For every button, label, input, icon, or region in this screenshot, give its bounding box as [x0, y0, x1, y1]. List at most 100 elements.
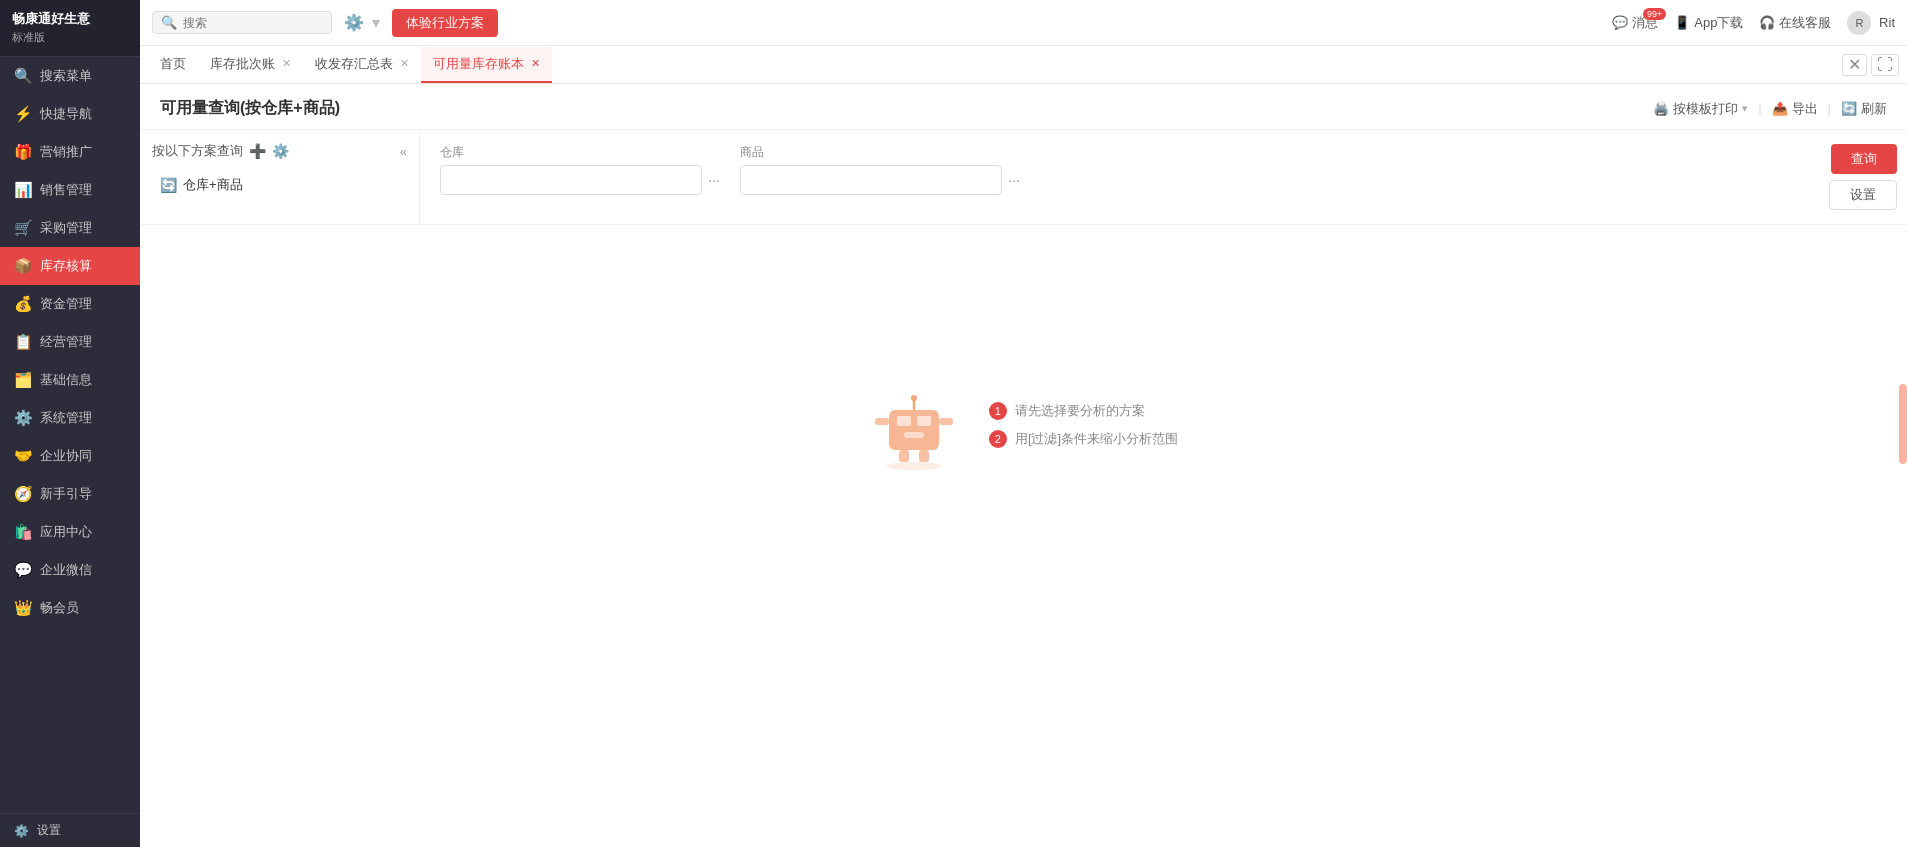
sidebar-item-label: 资金管理	[40, 295, 92, 313]
sidebar-item-label: 库存核算	[40, 257, 92, 275]
sidebar-item-sales[interactable]: 📊 销售管理	[0, 171, 140, 209]
export-button[interactable]: 📤 导出	[1772, 100, 1818, 118]
sidebar-logo: 畅康通好生意 标准版	[0, 0, 140, 57]
product-input[interactable]	[740, 165, 1002, 195]
sidebar-item-label: 搜索菜单	[40, 67, 92, 85]
sidebar: 畅康通好生意 标准版 🔍 搜索菜单 ⚡ 快捷导航 🎁 营销推广 📊 销售管理 🛒…	[0, 0, 140, 847]
sidebar-item-label: 快捷导航	[40, 105, 92, 123]
sidebar-item-newbie[interactable]: 🧭 新手引导	[0, 475, 140, 513]
sidebar-item-label: 经营管理	[40, 333, 92, 351]
svg-rect-0	[889, 410, 939, 450]
sidebar-item-shortcut[interactable]: ⚡ 快捷导航	[0, 95, 140, 133]
empty-tip-2: 2 用[过滤]条件来缩小分析范围	[989, 430, 1178, 448]
field-warehouse: 仓库 ···	[440, 144, 720, 195]
tabs-bar: 首页 库存批次账 ✕ 收发存汇总表 ✕ 可用量库存账本 ✕ ✕ ⛶	[140, 46, 1907, 84]
search-input[interactable]	[183, 16, 313, 30]
right-scroll-bar[interactable]	[1899, 384, 1907, 464]
scheme-add-button[interactable]: ➕	[249, 143, 266, 159]
topbar-gear-icon[interactable]: ⚙️	[344, 13, 364, 32]
message-icon: 💬	[1612, 15, 1628, 30]
query-fields: 仓库 ··· 商品 ···	[420, 130, 1829, 224]
tip-text-2: 用[过滤]条件来缩小分析范围	[1015, 430, 1178, 448]
settings-button[interactable]: 设置	[1829, 180, 1897, 210]
tip-num-1: 1	[989, 402, 1007, 420]
sidebar-item-purchase[interactable]: 🛒 采购管理	[0, 209, 140, 247]
member-icon: 👑	[14, 599, 32, 617]
operation-icon: 📋	[14, 333, 32, 351]
sidebar-item-system[interactable]: ⚙️ 系统管理	[0, 399, 140, 437]
basic-icon: 🗂️	[14, 371, 32, 389]
sidebar-item-wechat[interactable]: 💬 企业微信	[0, 551, 140, 589]
sidebar-item-label: 营销推广	[40, 143, 92, 161]
search-icon: 🔍	[14, 67, 32, 85]
empty-state: 1 请先选择要分析的方案 2 用[过滤]条件来缩小分析范围	[140, 225, 1907, 605]
sales-icon: 📊	[14, 181, 32, 199]
sidebar-item-label: 畅会员	[40, 599, 79, 617]
scheme-item-warehouse-product[interactable]: 🔄 仓库+商品	[152, 170, 407, 200]
warehouse-input[interactable]	[440, 165, 702, 195]
topbar-right: 💬 99+ 消息 📱 App下载 🎧 在线客服 R Rit	[1612, 11, 1895, 35]
sidebar-item-operation[interactable]: 📋 经营管理	[0, 323, 140, 361]
message-button[interactable]: 💬 99+ 消息	[1612, 14, 1658, 32]
print-template-button[interactable]: 🖨️ 按模板打印 ▾	[1653, 100, 1748, 118]
tab-available-ledger[interactable]: 可用量库存账本 ✕	[421, 47, 552, 83]
warehouse-more-button[interactable]: ···	[708, 172, 720, 188]
tab-receive-summary[interactable]: 收发存汇总表 ✕	[303, 47, 421, 83]
query-area: 按以下方案查询 ➕ ⚙️ « 🔄 仓库+商品 仓库	[140, 130, 1907, 225]
svg-point-10	[886, 462, 942, 470]
page-inner: 可用量查询(按仓库+商品) 🖨️ 按模板打印 ▾ | 📤 导出 | 🔄	[140, 84, 1907, 847]
tab-home[interactable]: 首页	[148, 47, 198, 83]
scheme-item-label: 仓库+商品	[183, 176, 243, 194]
sidebar-item-basic[interactable]: 🗂️ 基础信息	[0, 361, 140, 399]
sidebar-bottom[interactable]: ⚙️ 设置	[0, 813, 140, 847]
sidebar-item-search[interactable]: 🔍 搜索菜单	[0, 57, 140, 95]
sidebar-item-label: 销售管理	[40, 181, 92, 199]
scheme-collapse-button[interactable]: «	[400, 144, 407, 159]
warehouse-input-row: ···	[440, 165, 720, 195]
tab-close-available-ledger[interactable]: ✕	[531, 57, 540, 70]
svg-point-5	[911, 395, 917, 401]
sidebar-item-appstore[interactable]: 🛍️ 应用中心	[0, 513, 140, 551]
appstore-icon: 🛍️	[14, 523, 32, 541]
system-icon: ⚙️	[14, 409, 32, 427]
query-buttons: 查询 设置	[1829, 130, 1907, 224]
topbar-dropdown-icon[interactable]: ▾	[372, 13, 380, 32]
print-icon: 🖨️	[1653, 101, 1669, 116]
tab-batch-ledger-label: 库存批次账	[210, 55, 275, 73]
tip-text-1: 请先选择要分析的方案	[1015, 402, 1145, 420]
tab-batch-ledger[interactable]: 库存批次账 ✕	[198, 47, 303, 83]
tab-close-receive-summary[interactable]: ✕	[400, 57, 409, 70]
sidebar-item-marketing[interactable]: 🎁 营销推广	[0, 133, 140, 171]
tab-close-batch-ledger[interactable]: ✕	[282, 57, 291, 70]
sidebar-item-capital[interactable]: 💰 资金管理	[0, 285, 140, 323]
app-download-button[interactable]: 📱 App下载	[1674, 14, 1743, 32]
scheme-settings-button[interactable]: ⚙️	[272, 143, 289, 159]
product-label: 商品	[740, 144, 1020, 161]
topbar-search-box[interactable]: 🔍	[152, 11, 332, 34]
export-icon: 📤	[1772, 101, 1788, 116]
page-content: 可用量查询(按仓库+商品) 🖨️ 按模板打印 ▾ | 📤 导出 | 🔄	[140, 84, 1907, 847]
query-button[interactable]: 查询	[1831, 144, 1897, 174]
industry-solution-button[interactable]: 体验行业方案	[392, 9, 498, 37]
robot-svg	[869, 380, 959, 470]
sidebar-item-enterprise[interactable]: 🤝 企业协同	[0, 437, 140, 475]
tab-available-ledger-label: 可用量库存账本	[433, 55, 524, 73]
headset-icon: 🎧	[1759, 15, 1775, 30]
svg-rect-2	[917, 416, 931, 426]
online-service-button[interactable]: 🎧 在线客服	[1759, 14, 1831, 32]
refresh-button[interactable]: 🔄 刷新	[1841, 100, 1887, 118]
dropdown-icon[interactable]: ▾	[1742, 102, 1748, 115]
tabs-expand-button[interactable]: ⛶	[1871, 54, 1899, 76]
sidebar-item-label: 基础信息	[40, 371, 92, 389]
sidebar-item-inventory[interactable]: 📦 库存核算	[0, 247, 140, 285]
svg-rect-9	[919, 450, 929, 462]
sidebar-item-label: 采购管理	[40, 219, 92, 237]
tabs-close-all-button[interactable]: ✕	[1842, 54, 1867, 76]
product-more-button[interactable]: ···	[1008, 172, 1020, 188]
user-menu[interactable]: R Rit	[1847, 11, 1895, 35]
app-name: 畅康通好生意	[12, 10, 128, 28]
inventory-icon: 📦	[14, 257, 32, 275]
sidebar-item-member[interactable]: 👑 畅会员	[0, 589, 140, 627]
sidebar-item-label: 应用中心	[40, 523, 92, 541]
wechat-icon: 💬	[14, 561, 32, 579]
